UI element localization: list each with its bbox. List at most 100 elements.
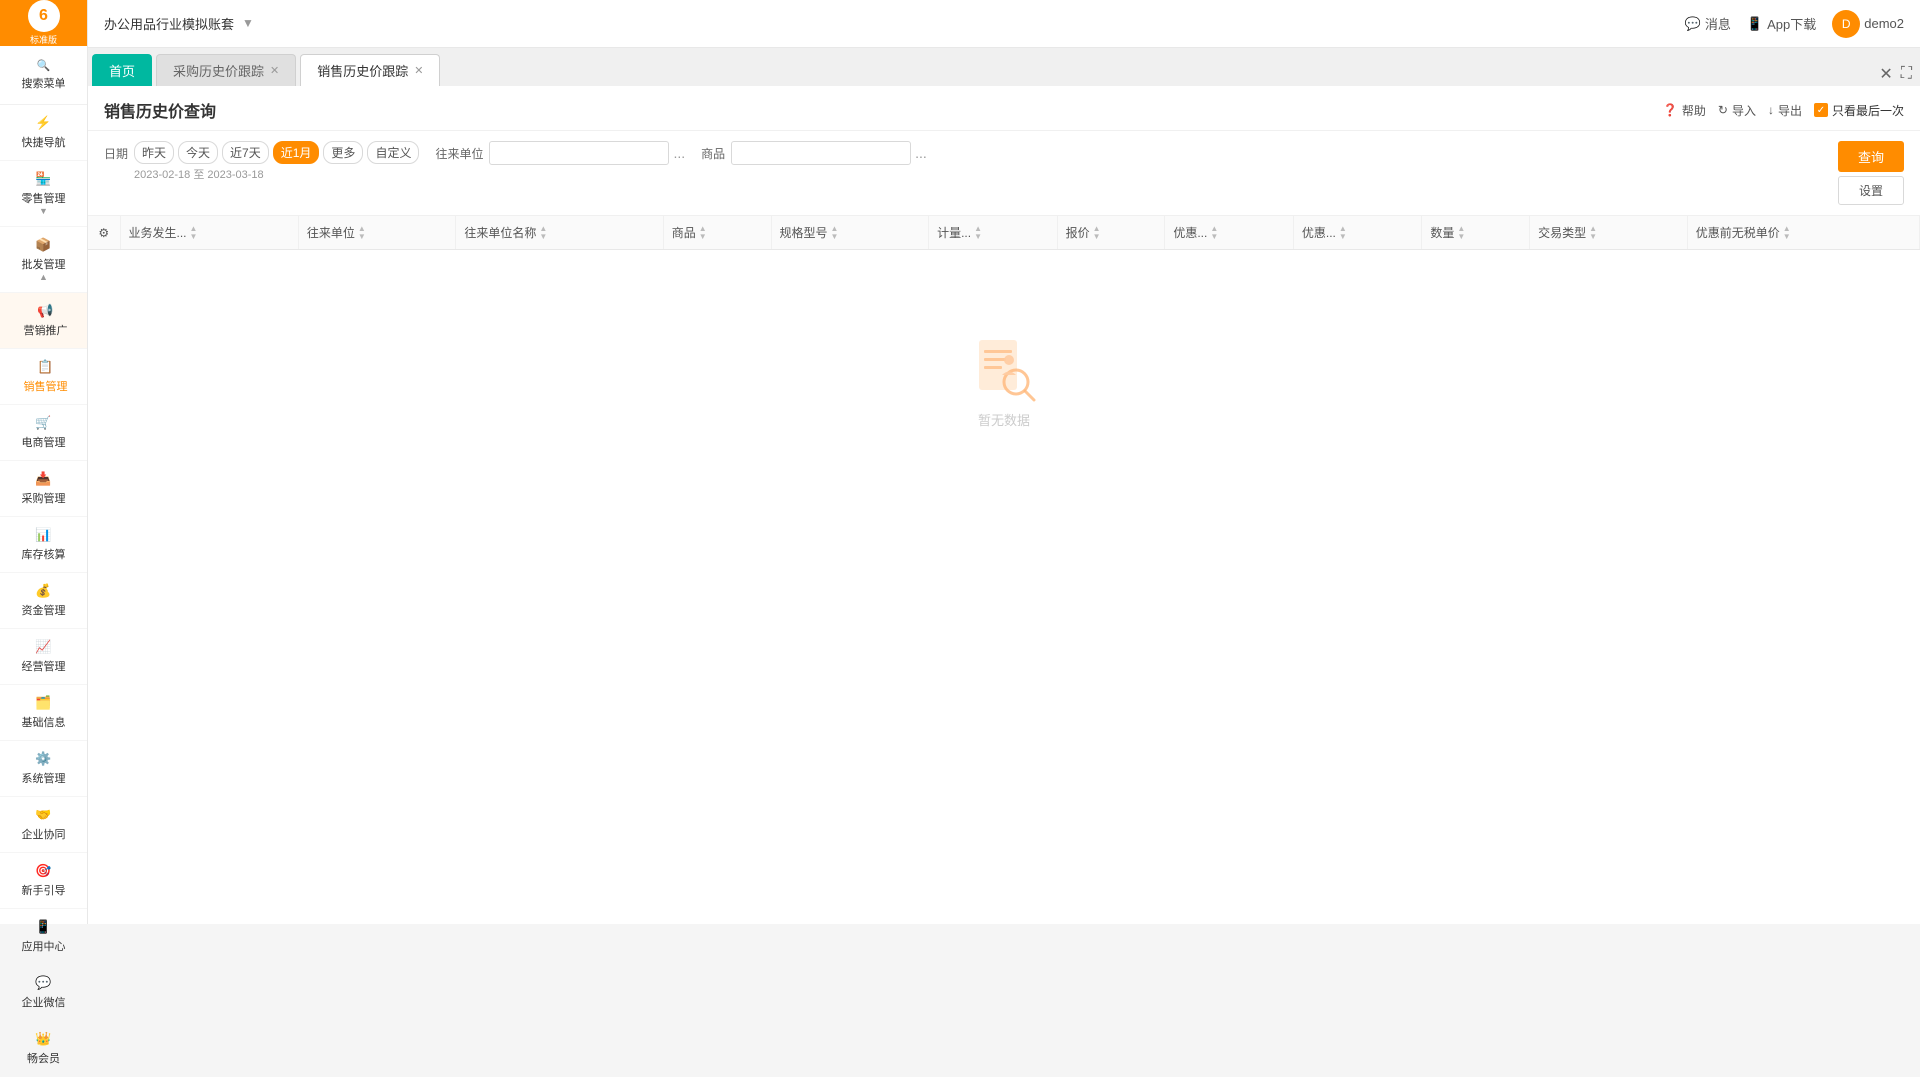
preset-more[interactable]: 更多	[323, 141, 363, 164]
sidebar-item-enterprise[interactable]: 🤝 企业协同	[0, 797, 87, 853]
query-button[interactable]: 查询	[1838, 141, 1904, 172]
sidebar-item-inventory[interactable]: 📊 库存核算	[0, 517, 87, 573]
col-settings[interactable]: ⚙	[88, 216, 120, 250]
topbar-dropdown-icon[interactable]: ▼	[242, 16, 258, 32]
tab-purchase-history[interactable]: 采购历史价跟踪 ✕	[156, 54, 296, 86]
date-presets: 昨天 今天 近7天 近1月 更多 自定义	[134, 141, 419, 164]
goods-input[interactable]	[731, 141, 911, 165]
guide-label: 新手引导	[22, 882, 66, 898]
inventory-icon: 📊	[35, 527, 51, 543]
appstore-label: 应用中心	[22, 938, 66, 954]
tab-sales-history[interactable]: 销售历史价跟踪 ✕	[300, 54, 440, 86]
wechat-label: 企业微信	[22, 994, 66, 1010]
empty-state: 暂无数据	[88, 250, 1920, 509]
preset-1month[interactable]: 近1月	[273, 141, 320, 164]
col-discount1[interactable]: 优惠... ▲▼	[1165, 216, 1294, 250]
app-download-button[interactable]: 📱 App下载	[1747, 14, 1816, 33]
empty-illustration	[964, 330, 1044, 410]
import-button[interactable]: ↻ 导入	[1718, 102, 1756, 119]
wechat-icon: 💬	[35, 975, 51, 991]
tab-home[interactable]: 首页	[92, 54, 152, 86]
import-label: 导入	[1732, 102, 1756, 119]
col-pretax-price[interactable]: 优惠前无税单价 ▲▼	[1687, 216, 1919, 250]
col-tx-type[interactable]: 交易类型 ▲▼	[1530, 216, 1688, 250]
page-title: 销售历史价查询	[104, 98, 216, 122]
sidebar-item-member[interactable]: 👑 畅会员	[0, 1021, 87, 1077]
preset-7days[interactable]: 近7天	[222, 141, 269, 164]
sidebar-item-guide[interactable]: 🎯 新手引导	[0, 853, 87, 909]
sidebar-item-shortcut[interactable]: ⚡ 快捷导航	[0, 105, 87, 161]
col-unit[interactable]: 计量... ▲▼	[929, 216, 1058, 250]
col-partner-code[interactable]: 往来单位 ▲▼	[298, 216, 456, 250]
col-spec[interactable]: 规格型号 ▲▼	[771, 216, 929, 250]
only-last-checkbox-label[interactable]: ✓ 只看最后一次	[1814, 102, 1904, 119]
user-profile-button[interactable]: D demo2	[1832, 10, 1904, 38]
sidebar-item-retail[interactable]: 🏪 零售管理 ▼	[0, 161, 87, 227]
sidebar-item-system[interactable]: ⚙️ 系统管理	[0, 741, 87, 797]
partner-input-group: ...	[489, 141, 685, 165]
tab-home-label: 首页	[109, 61, 135, 80]
search-menu-label: 搜索菜单	[22, 75, 66, 91]
close-tab-icon[interactable]: ✕	[1879, 64, 1892, 84]
messages-button[interactable]: 💬 消息	[1685, 14, 1731, 33]
tab-purchase-history-label: 采购历史价跟踪	[173, 61, 264, 80]
goods-input-group: ...	[731, 141, 927, 165]
sidebar-item-ecommerce[interactable]: 🛒 电商管理	[0, 405, 87, 461]
col-goods[interactable]: 商品 ▲▼	[663, 216, 771, 250]
tab-sales-history-close-icon[interactable]: ✕	[414, 64, 423, 77]
sales-mgmt-label: 销售管理	[24, 378, 68, 394]
shortcut-label: 快捷导航	[22, 134, 66, 150]
main-area: 办公用品行业模拟账套 ▼ 💬 消息 📱 App下载 D demo2 首页	[88, 0, 1920, 924]
guide-icon: 🎯	[35, 863, 51, 879]
table-header: ⚙ 业务发生... ▲▼ 往来单位 ▲▼	[88, 216, 1920, 250]
sidebar-item-wholesale[interactable]: 📦 批发管理 ▲	[0, 227, 87, 293]
sidebar-item-wechat[interactable]: 💬 企业微信	[0, 965, 87, 1021]
sidebar-search-section: 🔍 搜索菜单	[0, 46, 87, 105]
user-label: demo2	[1864, 16, 1904, 31]
export-label: 导出	[1778, 102, 1802, 119]
help-icon: ❓	[1663, 103, 1678, 117]
sidebar-item-marketing[interactable]: 📢 营销推广	[0, 293, 87, 349]
sidebar-item-sales-mgmt[interactable]: 📋 销售管理	[0, 349, 87, 405]
preset-yesterday[interactable]: 昨天	[134, 141, 174, 164]
sidebar-item-purchase[interactable]: 📥 采购管理	[0, 461, 87, 517]
page-header: 销售历史价查询 ❓ 帮助 ↻ 导入 ↓ 导出 ✓ 只看最后一次	[88, 86, 1920, 131]
col-quote[interactable]: 报价 ▲▼	[1057, 216, 1165, 250]
filter-bar: 日期 昨天 今天 近7天 近1月 更多 自定义 2023-02-18 至 202…	[88, 131, 1920, 216]
appstore-icon: 📱	[35, 919, 51, 935]
search-menu-button[interactable]: 🔍 搜索菜单	[6, 54, 81, 96]
marketing-label: 营销推广	[24, 322, 68, 338]
sidebar-item-finance[interactable]: 💰 资金管理	[0, 573, 87, 629]
preset-custom[interactable]: 自定义	[367, 141, 419, 164]
app-logo[interactable]: 6 标准版	[0, 0, 87, 46]
tab-purchase-history-close-icon[interactable]: ✕	[270, 64, 279, 77]
goods-picker-icon[interactable]: ...	[915, 145, 927, 161]
messages-label: 消息	[1705, 14, 1731, 33]
purchase-label: 采购管理	[22, 490, 66, 506]
help-button[interactable]: ❓ 帮助	[1663, 102, 1706, 119]
col-partner-name[interactable]: 往来单位名称 ▲▼	[456, 216, 663, 250]
date-filter-label: 日期	[104, 141, 128, 162]
search-icon: 🔍	[37, 59, 51, 72]
sidebar-item-basic[interactable]: 🗂️ 基础信息	[0, 685, 87, 741]
tab-sales-history-label: 销售历史价跟踪	[317, 61, 408, 80]
partner-picker-icon[interactable]: ...	[673, 145, 685, 161]
col-biz-date[interactable]: 业务发生... ▲▼	[120, 216, 298, 250]
export-button[interactable]: ↓ 导出	[1768, 102, 1802, 119]
partner-input[interactable]	[489, 141, 669, 165]
sidebar-item-appstore[interactable]: 📱 应用中心	[0, 909, 87, 965]
preset-today[interactable]: 今天	[178, 141, 218, 164]
member-label: 畅会员	[27, 1050, 60, 1066]
col-quantity[interactable]: 数量 ▲▼	[1422, 216, 1530, 250]
sidebar: 6 标准版 🔍 搜索菜单 ⚡ 快捷导航 🏪 零售管理 ▼ 📦 批发管理 ▲ 📢 …	[0, 0, 88, 924]
expand-tab-icon[interactable]: ⛶	[1901, 65, 1912, 83]
message-icon: 💬	[1685, 16, 1701, 32]
sidebar-item-operations[interactable]: 📈 经营管理	[0, 629, 87, 685]
only-last-checkbox[interactable]: ✓	[1814, 103, 1828, 117]
col-discount2[interactable]: 优惠... ▲▼	[1293, 216, 1422, 250]
setting-button[interactable]: 设置	[1838, 176, 1904, 205]
topbar-left: 办公用品行业模拟账套 ▼	[104, 14, 258, 33]
marketing-icon: 📢	[37, 303, 53, 319]
page-actions: ❓ 帮助 ↻ 导入 ↓ 导出 ✓ 只看最后一次	[1663, 102, 1904, 119]
purchase-icon: 📥	[35, 471, 51, 487]
